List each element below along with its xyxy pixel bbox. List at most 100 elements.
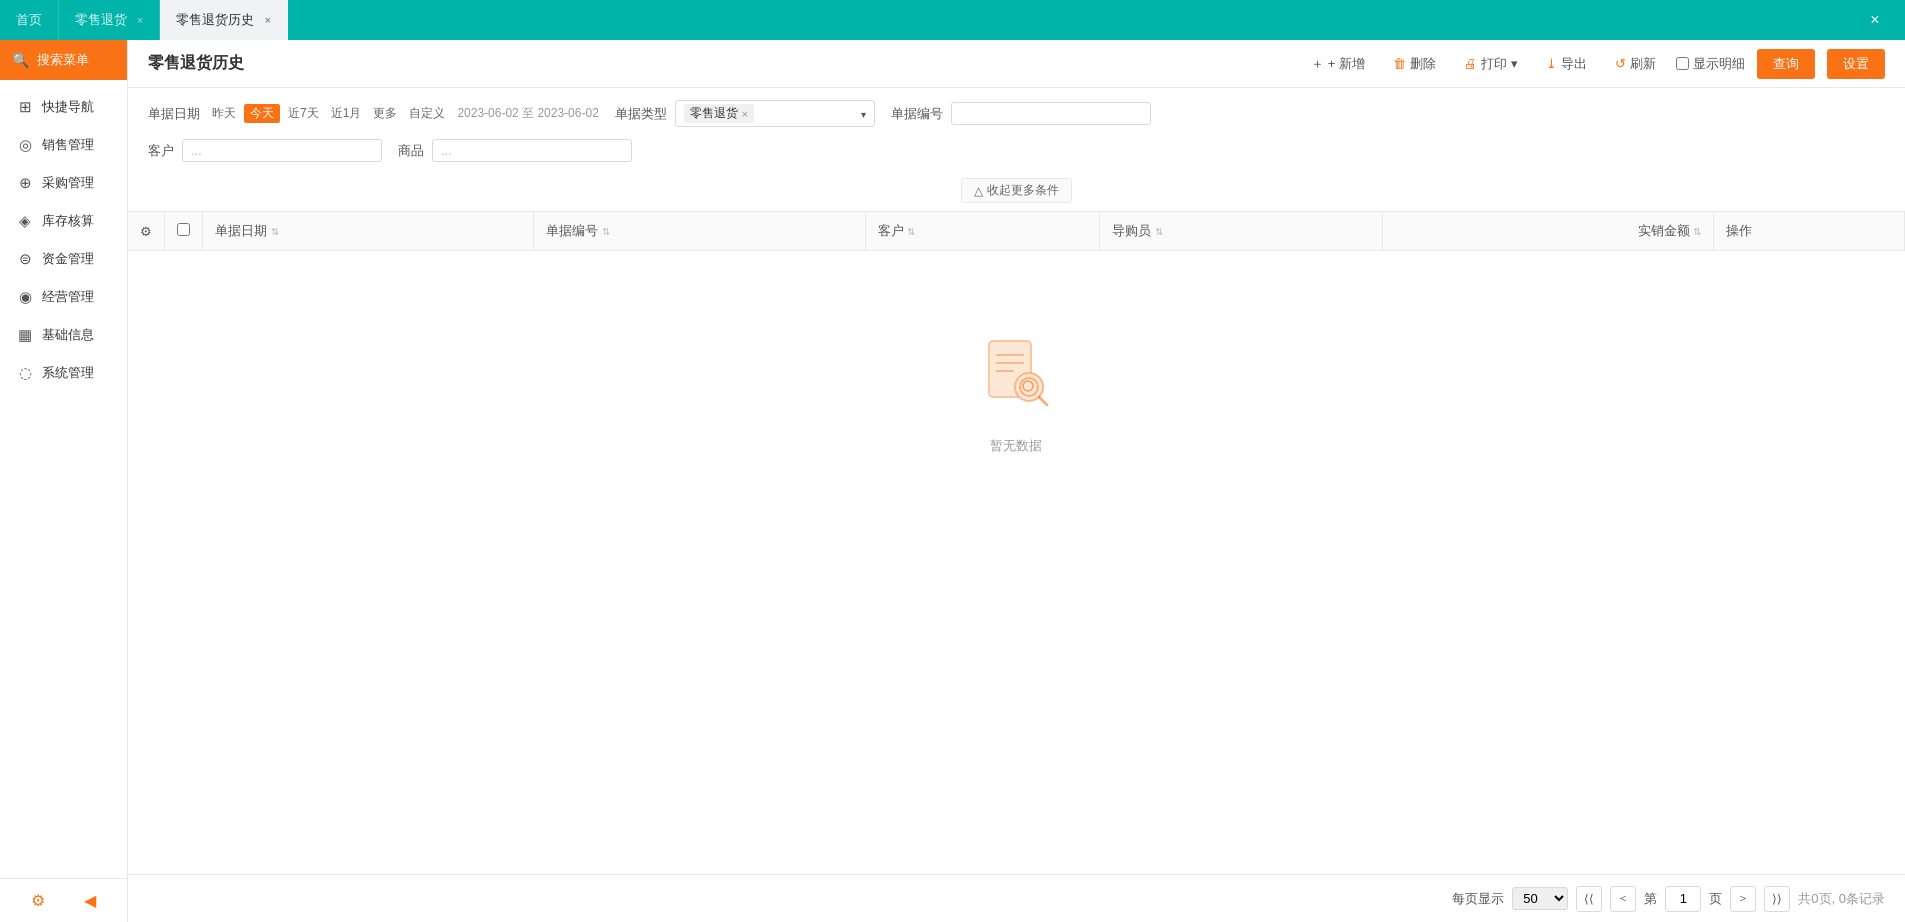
data-table: ⚙ 单据日期 单据编号 bbox=[128, 212, 1905, 535]
empty-text: 暂无数据 bbox=[990, 437, 1042, 455]
page-size-label: 每页显示 bbox=[1452, 890, 1504, 908]
delete-icon: 🗑 bbox=[1393, 56, 1406, 71]
th-date[interactable]: 单据日期 bbox=[203, 212, 534, 251]
select-all-checkbox[interactable] bbox=[177, 223, 190, 236]
th-checkbox[interactable] bbox=[165, 212, 203, 251]
sidebar-collapse-button[interactable]: ◀ bbox=[84, 891, 96, 910]
export-label: 导出 bbox=[1561, 55, 1587, 73]
tab-bar: 首页 零售退货 × 零售退货历史 × bbox=[0, 0, 1861, 40]
page-title: 零售退货历史 bbox=[148, 53, 244, 74]
customer-input[interactable] bbox=[182, 139, 382, 162]
first-page-button[interactable]: ⟨⟨ bbox=[1576, 886, 1602, 912]
operations-icon: ◉ bbox=[16, 288, 34, 306]
sidebar-settings-button[interactable]: ⚙ bbox=[31, 891, 45, 910]
print-label: 打印 bbox=[1481, 55, 1507, 73]
next-page-button[interactable]: ＞ bbox=[1730, 886, 1756, 912]
query-button[interactable]: 查询 bbox=[1757, 49, 1815, 79]
last-page-button[interactable]: ⟩⟩ bbox=[1764, 886, 1790, 912]
collapse-label: 收起更多条件 bbox=[987, 182, 1059, 199]
window-close-button[interactable]: × bbox=[1861, 6, 1889, 34]
page-word: 第 bbox=[1644, 890, 1657, 908]
content-area: 零售退货历史 ＋ + 新增 🗑 删除 🖨 打印 ▾ ⤓ 导出 bbox=[128, 40, 1905, 922]
refresh-button[interactable]: ↺ 刷新 bbox=[1607, 51, 1664, 77]
new-button[interactable]: ＋ + 新增 bbox=[1303, 51, 1373, 77]
voucher-no-input[interactable] bbox=[951, 102, 1151, 125]
th-voucher-no-label: 单据编号 bbox=[546, 223, 598, 238]
refresh-icon: ↺ bbox=[1615, 56, 1626, 71]
date-shortcuts: 昨天 今天 近7天 近1月 更多 自定义 2023-06-02 至 2023-0… bbox=[208, 104, 599, 123]
sidebar-item-purchase-mgmt[interactable]: ⊕ 采购管理 bbox=[0, 164, 127, 202]
show-detail-input[interactable] bbox=[1676, 57, 1689, 70]
show-detail-checkbox[interactable]: 显示明细 bbox=[1676, 55, 1745, 73]
date-7days[interactable]: 近7天 bbox=[284, 104, 323, 123]
th-voucher-no[interactable]: 单据编号 bbox=[534, 212, 865, 251]
th-actual-amount[interactable]: 实销金额 bbox=[1382, 212, 1713, 251]
page-total: 共0页, 0条记录 bbox=[1798, 890, 1885, 908]
prev-page-button[interactable]: ＜ bbox=[1610, 886, 1636, 912]
print-button[interactable]: 🖨 打印 ▾ bbox=[1456, 51, 1526, 77]
tab-retail-return-history[interactable]: 零售退货历史 × bbox=[160, 0, 287, 40]
voucher-type-tag: 零售退货 × bbox=[684, 104, 754, 123]
th-settings[interactable]: ⚙ bbox=[128, 212, 165, 251]
date-filter: 单据日期 昨天 今天 近7天 近1月 更多 自定义 2023-06-02 至 2… bbox=[148, 104, 599, 123]
date-more[interactable]: 更多 bbox=[369, 104, 401, 123]
svg-line-6 bbox=[1039, 397, 1047, 405]
sidebar-item-sales-mgmt-label: 销售管理 bbox=[42, 136, 94, 154]
filter-row-1: 单据日期 昨天 今天 近7天 近1月 更多 自定义 2023-06-02 至 2… bbox=[148, 100, 1885, 127]
goods-label: 商品 bbox=[398, 142, 424, 160]
sidebar-item-sales-mgmt[interactable]: ◎ 销售管理 bbox=[0, 126, 127, 164]
export-button[interactable]: ⤓ 导出 bbox=[1538, 51, 1595, 77]
export-icon: ⤓ bbox=[1546, 56, 1557, 71]
voucher-type-chevron-icon bbox=[861, 106, 866, 121]
th-voucher-no-sort-icon bbox=[602, 223, 610, 238]
goods-input[interactable] bbox=[432, 139, 632, 162]
date-1month[interactable]: 近1月 bbox=[327, 104, 366, 123]
settings-button[interactable]: 设置 bbox=[1827, 49, 1885, 79]
sidebar-item-finance[interactable]: ⊜ 资金管理 bbox=[0, 240, 127, 278]
sidebar-item-operations[interactable]: ◉ 经营管理 bbox=[0, 278, 127, 316]
basic-info-icon: ▦ bbox=[16, 326, 34, 344]
th-actual-amount-label: 实销金额 bbox=[1638, 223, 1690, 238]
th-operation-label: 操作 bbox=[1726, 223, 1752, 238]
sidebar-item-inventory[interactable]: ◈ 库存核算 bbox=[0, 202, 127, 240]
collapse-row: △ 收起更多条件 bbox=[148, 174, 1885, 211]
empty-state: 暂无数据 bbox=[128, 251, 1905, 535]
sidebar-item-basic-info[interactable]: ▦ 基础信息 bbox=[0, 316, 127, 354]
finance-icon: ⊜ bbox=[16, 250, 34, 268]
page-number-input[interactable] bbox=[1665, 886, 1701, 912]
pagination-bar: 每页显示 50 10 20 100 ⟨⟨ ＜ 第 页 ＞ ⟩⟩ 共0页, 0条记… bbox=[128, 874, 1905, 922]
th-customer[interactable]: 客户 bbox=[865, 212, 1099, 251]
voucher-type-tag-close[interactable]: × bbox=[742, 108, 748, 120]
print-icon: 🖨 bbox=[1464, 56, 1477, 71]
date-today[interactable]: 今天 bbox=[244, 104, 280, 123]
sidebar-item-system-mgmt-label: 系统管理 bbox=[42, 364, 94, 382]
search-icon: 🔍 bbox=[12, 52, 29, 68]
collapse-button[interactable]: △ 收起更多条件 bbox=[961, 178, 1072, 203]
date-custom[interactable]: 自定义 bbox=[405, 104, 449, 123]
sidebar-item-quick-nav-label: 快捷导航 bbox=[42, 98, 94, 116]
tab-home[interactable]: 首页 bbox=[0, 0, 59, 40]
page-size-select[interactable]: 50 10 20 100 bbox=[1512, 887, 1568, 910]
voucher-type-select[interactable]: 零售退货 × bbox=[675, 100, 875, 127]
delete-button[interactable]: 🗑 删除 bbox=[1385, 51, 1444, 77]
sidebar-item-quick-nav[interactable]: ⊞ 快捷导航 bbox=[0, 88, 127, 126]
sidebar-item-operations-label: 经营管理 bbox=[42, 288, 94, 306]
table-body: 暂无数据 bbox=[128, 251, 1905, 536]
voucher-no-filter: 单据编号 bbox=[891, 102, 1151, 125]
tab-retail-return-close[interactable]: × bbox=[137, 14, 143, 26]
th-date-sort-icon bbox=[271, 223, 279, 238]
refresh-label: 刷新 bbox=[1630, 55, 1656, 73]
tab-retail-return-history-close[interactable]: × bbox=[264, 14, 270, 26]
tab-retail-return-history-label: 零售退货历史 bbox=[176, 11, 254, 29]
new-icon: ＋ bbox=[1311, 55, 1324, 73]
sidebar-search-label: 搜索菜单 bbox=[37, 51, 89, 69]
th-guide[interactable]: 导购员 bbox=[1100, 212, 1383, 251]
date-yesterday[interactable]: 昨天 bbox=[208, 104, 240, 123]
sidebar-search[interactable]: 🔍 搜索菜单 bbox=[0, 40, 127, 80]
th-customer-label: 客户 bbox=[878, 223, 904, 238]
th-guide-label: 导购员 bbox=[1112, 223, 1151, 238]
customer-label: 客户 bbox=[148, 142, 174, 160]
tab-retail-return[interactable]: 零售退货 × bbox=[59, 0, 160, 40]
sidebar-item-finance-label: 资金管理 bbox=[42, 250, 94, 268]
sidebar-item-system-mgmt[interactable]: ◌ 系统管理 bbox=[0, 354, 127, 392]
